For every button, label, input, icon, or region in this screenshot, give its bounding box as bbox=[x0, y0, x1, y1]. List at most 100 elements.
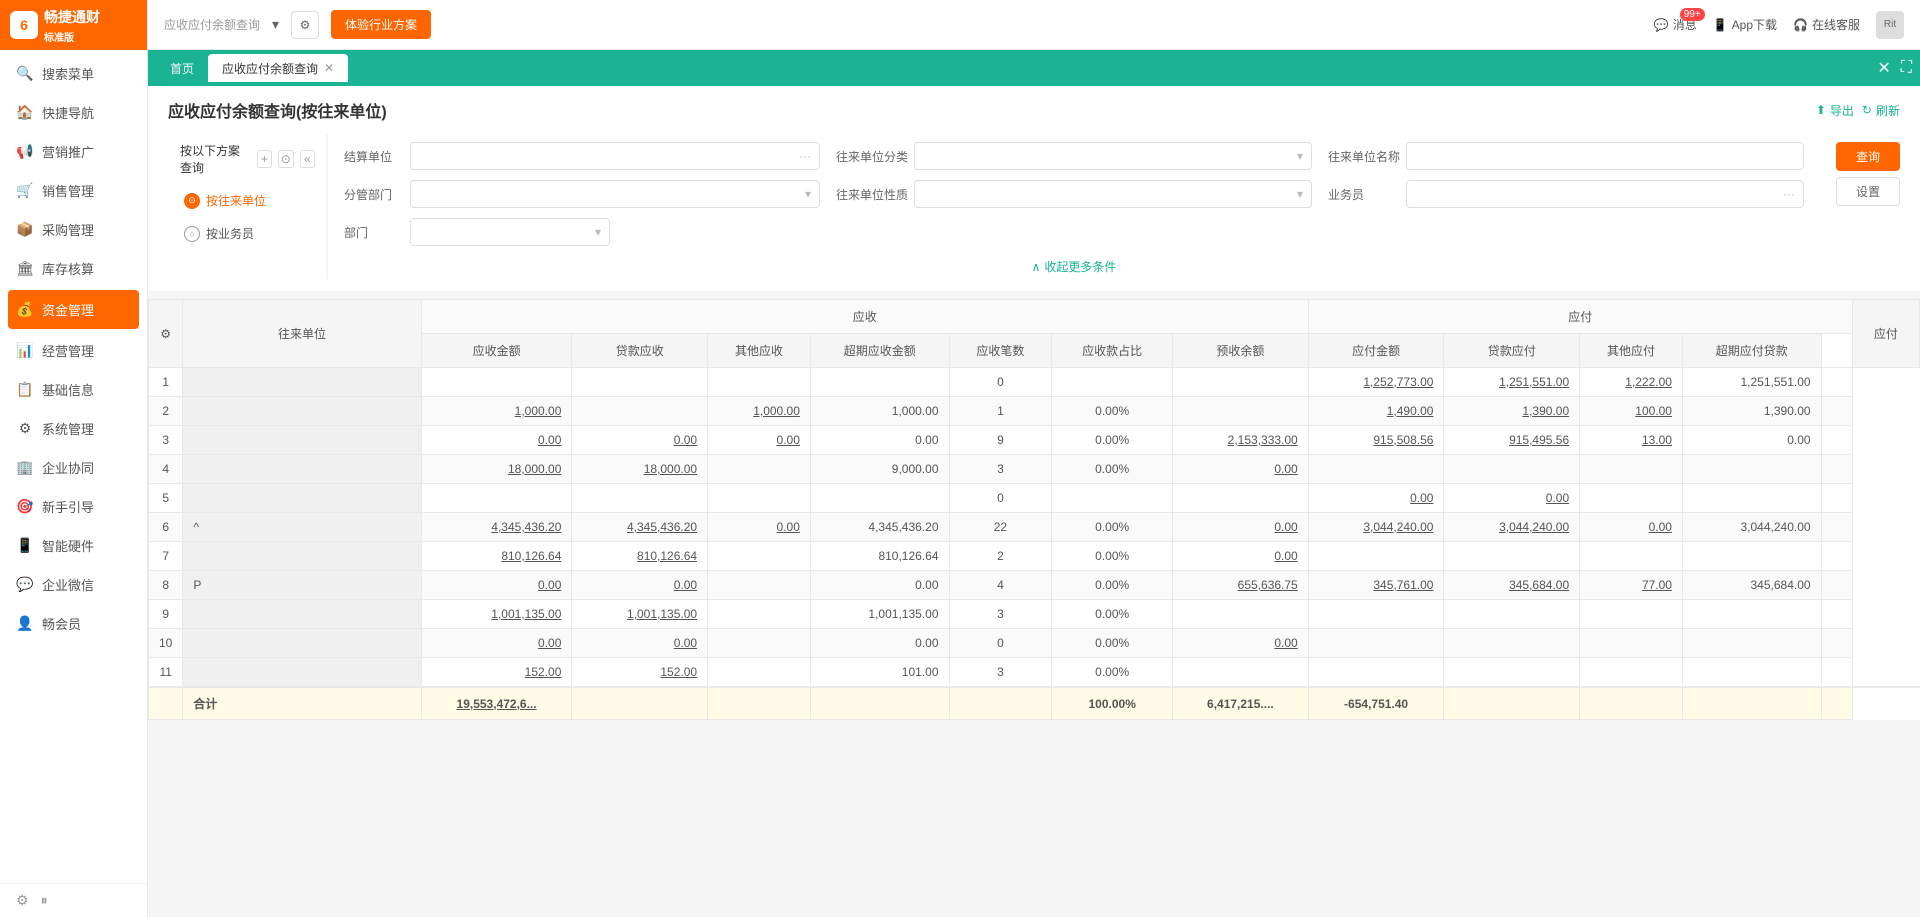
sidebar-item-search[interactable]: 🔍 搜索菜单 bbox=[0, 54, 147, 93]
pause-icon[interactable]: ⏸ bbox=[41, 892, 48, 909]
export-btn[interactable]: ⬆ 导出 bbox=[1816, 102, 1854, 119]
user-display: Rit bbox=[1884, 19, 1896, 30]
table-cell[interactable]: 1,252,773.00 bbox=[1308, 368, 1444, 397]
promo-button[interactable]: 体验行业方案 bbox=[331, 10, 431, 39]
table-cell bbox=[1821, 629, 1852, 658]
table-cell[interactable]: 1,000.00 bbox=[421, 397, 572, 426]
table-cell[interactable]: 0.00 bbox=[421, 426, 572, 455]
table-cell[interactable]: 0.00 bbox=[1173, 455, 1309, 484]
table-cell[interactable]: 1,000.00 bbox=[708, 397, 811, 426]
sidebar-label-quicknav: 快捷导航 bbox=[42, 103, 94, 122]
table-cell bbox=[1052, 368, 1173, 397]
table-cell[interactable]: 152.00 bbox=[421, 658, 572, 688]
table-cell[interactable]: 0.00 bbox=[1173, 513, 1309, 542]
sidebar-item-guide[interactable]: 🎯 新手引导 bbox=[0, 487, 147, 526]
sidebar-item-operation[interactable]: 📊 经营管理 bbox=[0, 331, 147, 370]
table-cell[interactable]: 0.00 bbox=[572, 571, 708, 600]
scheme-by-partner[interactable]: ⊙ 按往来单位 bbox=[168, 184, 327, 217]
message-btn[interactable]: 💬 消息 99+ bbox=[1654, 16, 1697, 33]
app-download-btn[interactable]: 📱 App下载 bbox=[1713, 16, 1777, 33]
table-cell[interactable]: 18,000.00 bbox=[421, 455, 572, 484]
sidebar-item-system[interactable]: ⚙ 系统管理 bbox=[0, 409, 147, 448]
table-cell[interactable]: 915,495.56 bbox=[1444, 426, 1580, 455]
table-cell[interactable]: 77.00 bbox=[1580, 571, 1683, 600]
breadcrumb-dropdown[interactable]: ▾ bbox=[272, 16, 279, 33]
table-cell[interactable]: 1,001,135.00 bbox=[421, 600, 572, 629]
sidebar-item-marketing[interactable]: 📢 营销推广 bbox=[0, 132, 147, 171]
partner-nature-select[interactable]: ▾ bbox=[914, 180, 1312, 208]
table-cell[interactable]: 3,044,240.00 bbox=[1308, 513, 1444, 542]
partner-name-input[interactable] bbox=[1406, 142, 1804, 170]
sidebar-item-inventory[interactable]: 🏛 库存核算 bbox=[0, 249, 147, 288]
table-cell[interactable]: 0.00 bbox=[1580, 513, 1683, 542]
sidebar-item-wechat[interactable]: 💬 企业微信 bbox=[0, 565, 147, 604]
add-scheme-btn[interactable]: + bbox=[257, 150, 272, 168]
sidebar-item-sales[interactable]: 🛒 销售管理 bbox=[0, 171, 147, 210]
table-cell[interactable]: 345,761.00 bbox=[1308, 571, 1444, 600]
table-cell[interactable]: 0.00 bbox=[708, 426, 811, 455]
settings-column-header[interactable]: ⚙ bbox=[149, 300, 183, 368]
settings-button[interactable]: 设置 bbox=[1836, 177, 1900, 206]
table-cell[interactable]: 345,684.00 bbox=[1444, 571, 1580, 600]
table-cell[interactable]: 655,636.75 bbox=[1173, 571, 1309, 600]
table-cell[interactable]: 1,490.00 bbox=[1308, 397, 1444, 426]
table-cell[interactable]: 4,345,436.20 bbox=[421, 513, 572, 542]
table-cell[interactable]: 13.00 bbox=[1580, 426, 1683, 455]
table-cell[interactable]: 810,126.64 bbox=[421, 542, 572, 571]
table-cell[interactable]: 0.00 bbox=[572, 426, 708, 455]
division-dept-select[interactable]: ▾ bbox=[410, 180, 820, 208]
table-cell[interactable]: 0.00 bbox=[708, 513, 811, 542]
table-cell[interactable]: 1,251,551.00 bbox=[1444, 368, 1580, 397]
table-cell[interactable]: 100.00 bbox=[1580, 397, 1683, 426]
sidebar-item-corp[interactable]: 🏢 企业协同 bbox=[0, 448, 147, 487]
settings-icon[interactable]: ⚙ bbox=[16, 892, 29, 909]
sidebar-item-purchase[interactable]: 📦 采购管理 bbox=[0, 210, 147, 249]
tab-expand-icon[interactable]: ⛶ bbox=[1901, 59, 1912, 77]
table-cell bbox=[810, 368, 949, 397]
table-cell[interactable]: 1,390.00 bbox=[1444, 397, 1580, 426]
table-cell[interactable]: 810,126.64 bbox=[572, 542, 708, 571]
table-cell[interactable]: 0.00 bbox=[572, 629, 708, 658]
table-cell[interactable]: 915,508.56 bbox=[1308, 426, 1444, 455]
tab-home[interactable]: 首页 bbox=[156, 54, 208, 82]
tab-close-icon[interactable]: ✕ bbox=[324, 61, 334, 75]
tab-close-all-icon[interactable]: ✕ bbox=[1877, 58, 1890, 78]
member-icon: 👤 bbox=[16, 615, 34, 633]
collapse-scheme-btn[interactable]: « bbox=[300, 150, 315, 168]
footer-ar-amount[interactable]: 19,553,472,6... bbox=[421, 687, 572, 720]
table-cell[interactable]: 0.00 bbox=[1308, 484, 1444, 513]
table-cell[interactable]: 2,153,333.00 bbox=[1173, 426, 1309, 455]
table-cell: 3 bbox=[149, 426, 183, 455]
sidebar-item-basic[interactable]: 📋 基础信息 bbox=[0, 370, 147, 409]
refresh-btn[interactable]: ↻ 刷新 bbox=[1862, 102, 1900, 119]
table-cell[interactable]: 3,044,240.00 bbox=[1444, 513, 1580, 542]
table-cell[interactable]: 0.00 bbox=[1444, 484, 1580, 513]
settings-scheme-btn[interactable]: ⊙ bbox=[278, 150, 293, 168]
query-btn-col: 查询 设置 bbox=[1820, 134, 1900, 279]
table-cell[interactable]: 152.00 bbox=[572, 658, 708, 688]
table-cell[interactable]: 4,345,436.20 bbox=[572, 513, 708, 542]
scheme-by-salesperson[interactable]: ○ 按业务员 bbox=[168, 217, 327, 250]
table-cell[interactable]: 0.00 bbox=[421, 571, 572, 600]
table-cell[interactable]: 0.00 bbox=[421, 629, 572, 658]
salesperson-input[interactable]: ··· bbox=[1406, 180, 1804, 208]
sidebar-item-member[interactable]: 👤 畅会员 bbox=[0, 604, 147, 643]
partner-category-select[interactable]: ▾ bbox=[914, 142, 1312, 170]
online-service-btn[interactable]: 🎧 在线客服 bbox=[1793, 16, 1860, 33]
dept-select[interactable]: ▾ bbox=[410, 218, 610, 246]
user-avatar[interactable]: Rit bbox=[1876, 11, 1904, 39]
table-cell[interactable]: 18,000.00 bbox=[572, 455, 708, 484]
sidebar-item-hardware[interactable]: 📱 智能硬件 bbox=[0, 526, 147, 565]
table-cell[interactable]: 1,001,135.00 bbox=[572, 600, 708, 629]
sidebar-item-finance[interactable]: 💰 资金管理 bbox=[8, 290, 139, 329]
table-cell[interactable]: 0.00 bbox=[1173, 629, 1309, 658]
collapse-btn[interactable]: ∧ 收起更多条件 bbox=[344, 254, 1804, 279]
table-cell[interactable]: 0.00 bbox=[1173, 542, 1309, 571]
sidebar-item-quicknav[interactable]: 🏠 快捷导航 bbox=[0, 93, 147, 132]
table-cell bbox=[1682, 542, 1821, 571]
settlement-unit-input[interactable]: ··· bbox=[410, 142, 820, 170]
table-cell[interactable]: 1,222.00 bbox=[1580, 368, 1683, 397]
query-button[interactable]: 查询 bbox=[1836, 142, 1900, 171]
tab-ar-ap[interactable]: 应收应付余额查询 ✕ bbox=[208, 54, 348, 82]
header-settings-btn[interactable]: ⚙ bbox=[291, 11, 319, 39]
